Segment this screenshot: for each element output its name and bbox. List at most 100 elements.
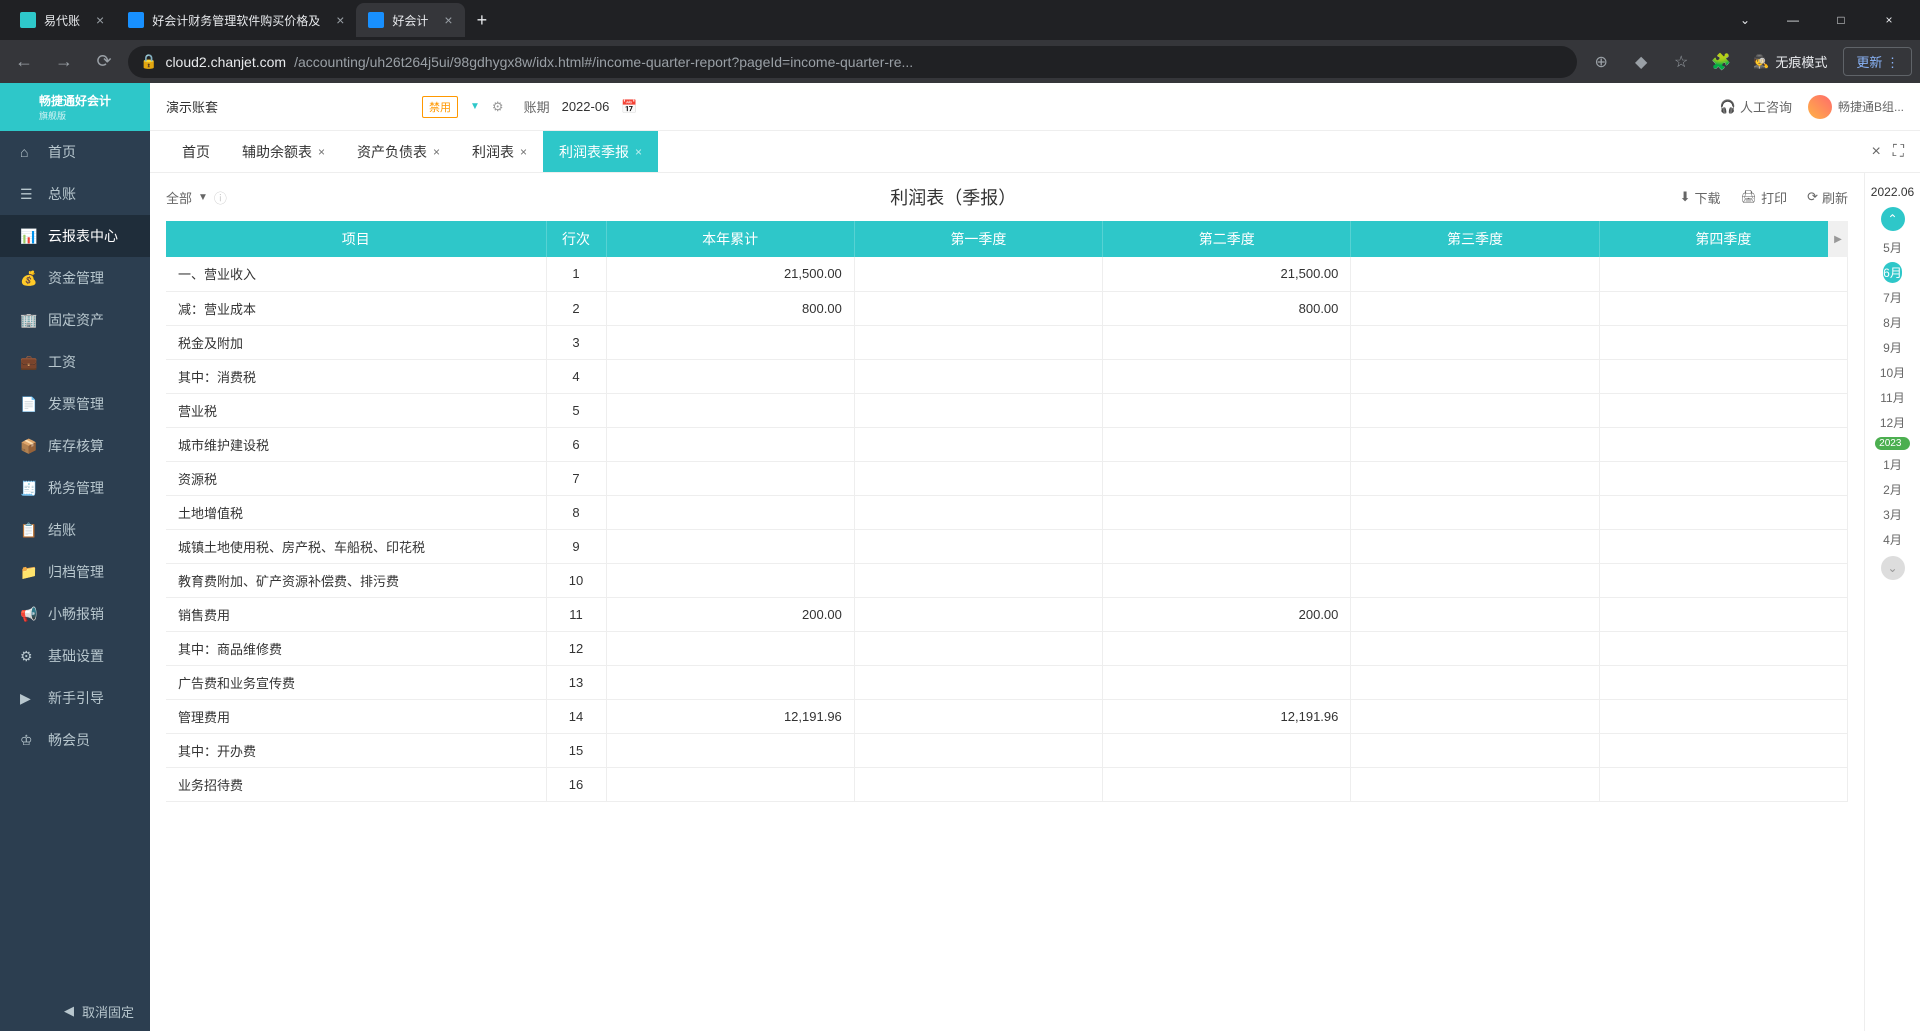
page-tab-4[interactable]: 利润表季报× (543, 131, 658, 172)
table-row[interactable]: 资源税 7 (166, 461, 1848, 495)
sidebar-item-11[interactable]: 📢小畅报销 (0, 593, 150, 635)
maximize-button[interactable]: □ (1818, 4, 1864, 36)
table-row[interactable]: 城镇土地使用税、房产税、车船税、印花税 9 (166, 529, 1848, 563)
sidebar-pin-toggle[interactable]: ◀ 取消固定 (0, 991, 150, 1031)
refresh-button[interactable]: ⟳ 刷新 (1807, 188, 1848, 207)
print-button[interactable]: 🖨 打印 (1741, 188, 1788, 207)
close-icon[interactable]: × (635, 145, 642, 159)
page-tab-1[interactable]: 辅助余额表× (226, 131, 341, 172)
account-name[interactable]: 演示账套 (166, 97, 218, 116)
extension-puzzle-icon[interactable]: 🧩 (1705, 46, 1737, 78)
sidebar: 畅捷通好会计 旗舰版 ⌂首页☰总账📊云报表中心💰资金管理🏢固定资产💼工资📄发票管… (0, 83, 150, 1031)
table-row[interactable]: 营业税 5 (166, 393, 1848, 427)
download-button[interactable]: ⬇ 下载 (1680, 188, 1721, 207)
new-tab-button[interactable]: + (465, 10, 500, 31)
scroll-down-button[interactable]: ⌄ (1881, 556, 1905, 580)
calendar-icon[interactable]: 📅 (621, 99, 637, 115)
table-row[interactable]: 广告费和业务宣传费 13 (166, 665, 1848, 699)
sidebar-item-8[interactable]: 🧾税务管理 (0, 467, 150, 509)
browser-tab-2[interactable]: 好会计 × (356, 3, 464, 37)
period-month[interactable]: 12月 (1875, 410, 1910, 435)
table-row[interactable]: 教育费附加、矿产资源补偿费、排污费 10 (166, 563, 1848, 597)
browser-tab-0[interactable]: 易代账 × (8, 3, 116, 37)
bookmark-icon[interactable]: ☆ (1665, 46, 1697, 78)
table-row[interactable]: 土地增值税 8 (166, 495, 1848, 529)
period-month[interactable]: 5月 (1875, 235, 1910, 260)
close-icon[interactable]: × (96, 12, 104, 28)
help-icon[interactable]: ⓘ (214, 188, 227, 207)
sidebar-item-6[interactable]: 📄发票管理 (0, 383, 150, 425)
back-button[interactable]: ← (8, 46, 40, 78)
cell-item: 资源税 (166, 461, 546, 495)
forward-button[interactable]: → (48, 46, 80, 78)
sidebar-item-7[interactable]: 📦库存核算 (0, 425, 150, 467)
chevron-down-icon[interactable]: ▼ (470, 101, 480, 112)
sidebar-item-9[interactable]: 📋结账 (0, 509, 150, 551)
close-window-button[interactable]: × (1866, 4, 1912, 36)
period-month[interactable]: 3月 (1875, 502, 1910, 527)
cell-item: 税金及附加 (166, 325, 546, 359)
table-row[interactable]: 销售费用 11 200.00 200.00 (166, 597, 1848, 631)
reload-button[interactable]: ⟳ (88, 46, 120, 78)
page-tab-3[interactable]: 利润表× (456, 131, 543, 172)
table-row[interactable]: 管理费用 14 12,191.96 12,191.96 (166, 699, 1848, 733)
period-value[interactable]: 2022-06 (562, 99, 610, 114)
table-wrapper[interactable]: 项目行次本年累计第一季度第二季度第三季度第四季度 一、营业收入 1 21,500… (166, 221, 1848, 1031)
period-month[interactable]: 2月 (1875, 477, 1910, 502)
page-tab-2[interactable]: 资产负债表× (341, 131, 456, 172)
sidebar-icon: 🏢 (20, 312, 36, 329)
period-month[interactable]: 7月 (1875, 285, 1910, 310)
period-month[interactable]: 4月 (1875, 527, 1910, 552)
support-link[interactable]: 🎧 人工咨询 (1720, 97, 1792, 116)
table-row[interactable]: 税金及附加 3 (166, 325, 1848, 359)
sidebar-item-13[interactable]: ▶新手引导 (0, 677, 150, 719)
period-month[interactable]: 6月 (1883, 262, 1902, 283)
cell-q4 (1599, 699, 1847, 733)
sidebar-item-1[interactable]: ☰总账 (0, 173, 150, 215)
close-icon[interactable]: × (318, 145, 325, 159)
table-row[interactable]: 其中：商品维修费 12 (166, 631, 1848, 665)
close-all-tabs-button[interactable]: × (1871, 143, 1880, 161)
sidebar-item-2[interactable]: 📊云报表中心 (0, 215, 150, 257)
sidebar-item-12[interactable]: ⚙基础设置 (0, 635, 150, 677)
extension-icon[interactable]: ◆ (1625, 46, 1657, 78)
scroll-up-button[interactable]: ⌃ (1881, 207, 1905, 231)
sidebar-item-3[interactable]: 💰资金管理 (0, 257, 150, 299)
table-row[interactable]: 减：营业成本 2 800.00 800.00 (166, 291, 1848, 325)
sidebar-item-4[interactable]: 🏢固定资产 (0, 299, 150, 341)
update-button[interactable]: 更新 ⋮ (1843, 47, 1912, 76)
logo[interactable]: 畅捷通好会计 旗舰版 (0, 83, 150, 131)
disable-button[interactable]: 禁用 (422, 96, 458, 118)
page-tab-0[interactable]: 首页 (166, 131, 226, 172)
filter-dropdown[interactable]: 全部 ▼ ⓘ (166, 188, 227, 207)
sidebar-item-5[interactable]: 💼工资 (0, 341, 150, 383)
table-row[interactable]: 一、营业收入 1 21,500.00 21,500.00 (166, 257, 1848, 291)
cell-q1 (854, 359, 1102, 393)
close-icon[interactable]: × (444, 12, 452, 28)
sidebar-item-14[interactable]: ♔畅会员 (0, 719, 150, 761)
url-bar[interactable]: 🔒 cloud2.chanjet.com/accounting/uh26t264… (128, 46, 1577, 78)
table-row[interactable]: 业务招待费 16 (166, 767, 1848, 801)
minimize-button[interactable]: — (1770, 4, 1816, 36)
gear-icon[interactable]: ⚙ (492, 99, 504, 115)
period-month[interactable]: 10月 (1875, 360, 1910, 385)
period-month[interactable]: 8月 (1875, 310, 1910, 335)
table-row[interactable]: 其中：消费税 4 (166, 359, 1848, 393)
close-icon[interactable]: × (433, 145, 440, 159)
period-month[interactable]: 11月 (1875, 385, 1910, 410)
period-month[interactable]: 9月 (1875, 335, 1910, 360)
zoom-icon[interactable]: ⊕ (1585, 46, 1617, 78)
table-row[interactable]: 城市维护建设税 6 (166, 427, 1848, 461)
period-nav: 2022.06 ⌃ 5月6月7月8月9月10月11月12月20231月2月3月4… (1864, 173, 1920, 1031)
browser-tab-1[interactable]: 好会计财务管理软件购买价格及 × (116, 3, 356, 37)
period-month[interactable]: 1月 (1875, 452, 1910, 477)
user-menu[interactable]: 畅捷通B组... (1808, 95, 1904, 119)
close-icon[interactable]: × (336, 12, 344, 28)
dropdown-icon[interactable]: ⌄ (1722, 4, 1768, 36)
sidebar-item-10[interactable]: 📁归档管理 (0, 551, 150, 593)
scroll-right-button[interactable]: ▶ (1828, 221, 1848, 257)
fullscreen-icon[interactable]: ⛶ (1893, 143, 1904, 161)
table-row[interactable]: 其中：开办费 15 (166, 733, 1848, 767)
close-icon[interactable]: × (520, 145, 527, 159)
sidebar-item-0[interactable]: ⌂首页 (0, 131, 150, 173)
